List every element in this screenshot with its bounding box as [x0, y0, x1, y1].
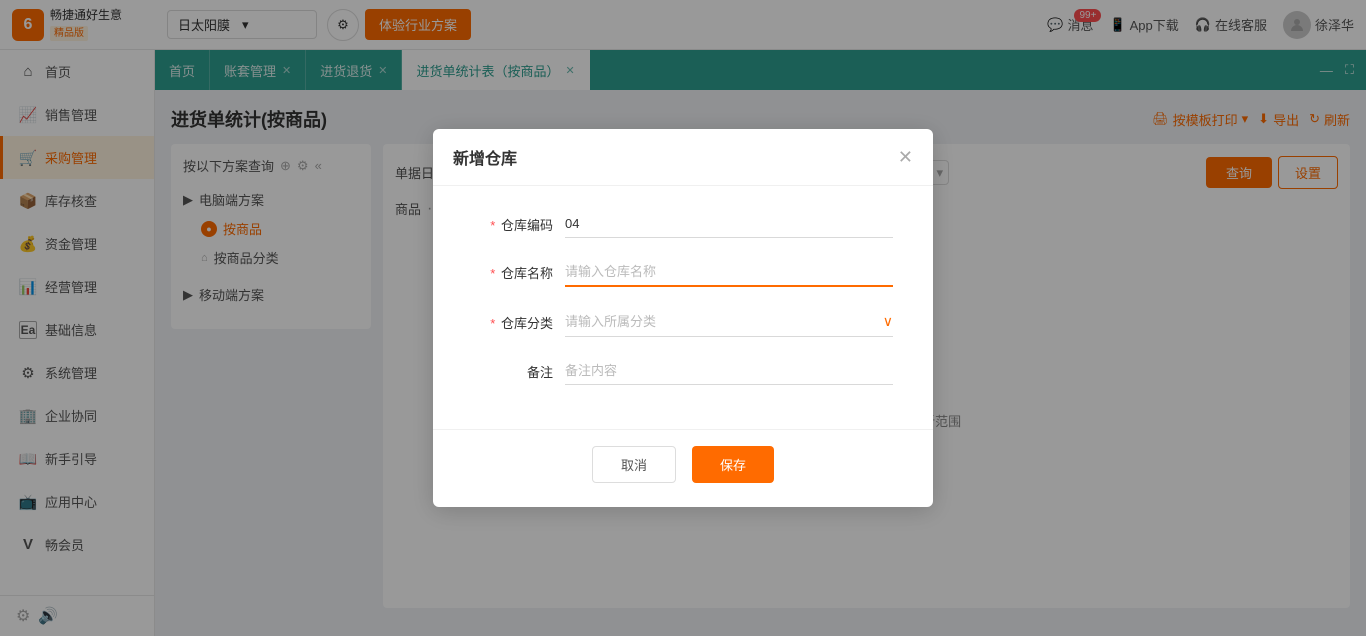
category-chevron-icon: ∨ [883, 313, 893, 330]
form-label-code: * 仓库编码 [473, 215, 553, 234]
new-warehouse-modal: 新增仓库 ✕ * 仓库编码 * 仓库名称 [433, 129, 933, 507]
form-row-code: * 仓库编码 [473, 210, 893, 238]
warehouse-category-select-row: 请输入所属分类 ∨ [565, 307, 893, 337]
form-row-remark: 备注 [473, 357, 893, 385]
warehouse-name-input[interactable] [565, 258, 893, 287]
form-label-name: * 仓库名称 [473, 263, 553, 282]
form-row-category: * 仓库分类 请输入所属分类 ∨ [473, 307, 893, 337]
modal-title: 新增仓库 [453, 145, 517, 169]
modal-header: 新增仓库 ✕ [433, 129, 933, 186]
modal-footer: 取消 保存 [433, 429, 933, 507]
modal-body: * 仓库编码 * 仓库名称 * 仓库分类 [433, 186, 933, 429]
form-label-remark: 备注 [473, 362, 553, 381]
modal-overlay: 新增仓库 ✕ * 仓库编码 * 仓库名称 [0, 0, 1366, 636]
cancel-button[interactable]: 取消 [592, 446, 676, 483]
warehouse-code-input[interactable] [565, 210, 893, 238]
modal-close-button[interactable]: ✕ [898, 148, 913, 166]
save-button[interactable]: 保存 [692, 446, 774, 483]
form-row-name: * 仓库名称 [473, 258, 893, 287]
warehouse-remark-input[interactable] [565, 357, 893, 385]
warehouse-category-select[interactable]: 请输入所属分类 [565, 314, 883, 329]
form-label-category: * 仓库分类 [473, 313, 553, 332]
